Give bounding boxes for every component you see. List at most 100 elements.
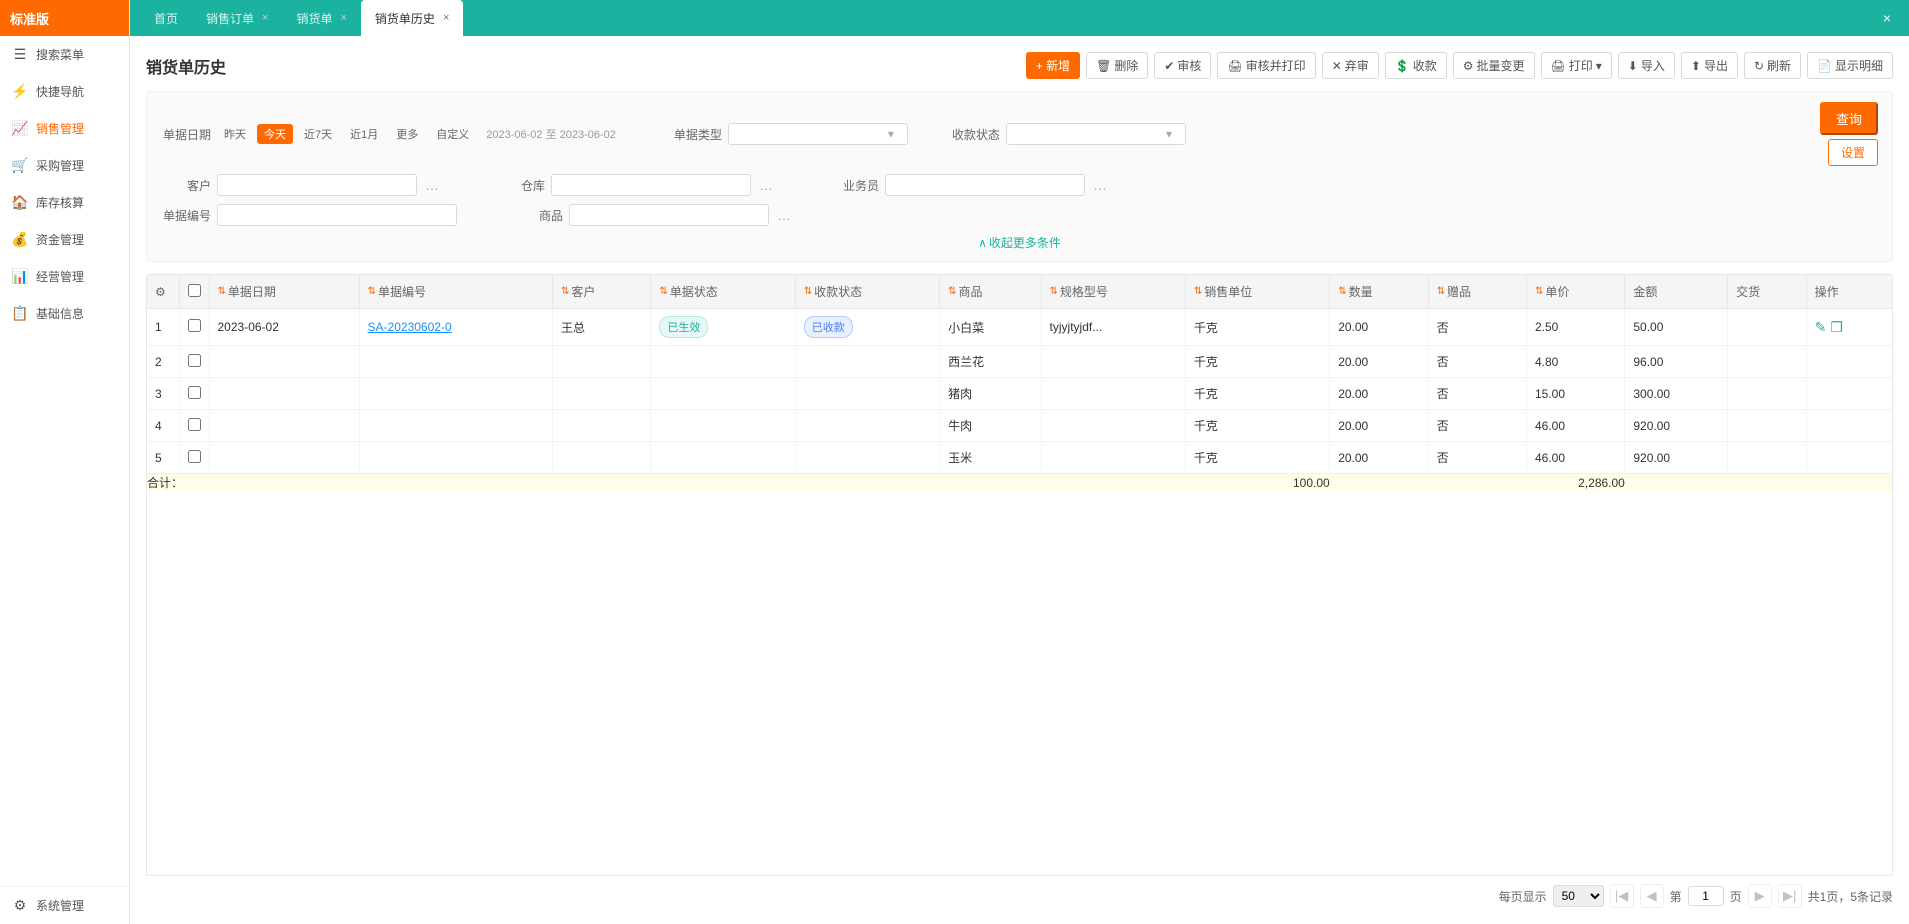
- col-collect-status[interactable]: ⇅收款状态: [795, 275, 939, 309]
- audit-print-button[interactable]: 🖨 审核并打印: [1217, 52, 1315, 79]
- per-page-select[interactable]: 50 100 200: [1553, 885, 1604, 907]
- row-spec: [1041, 410, 1185, 442]
- row-actions[interactable]: ✎❐: [1806, 309, 1892, 346]
- query-button[interactable]: 查询: [1820, 102, 1878, 135]
- row-checkbox-cell[interactable]: [179, 442, 209, 474]
- print-button[interactable]: 🖨 打印 ▾: [1541, 52, 1612, 79]
- sidebar-item-inventory[interactable]: 🏠 库存核算: [0, 184, 129, 221]
- copy-button[interactable]: ❐: [1830, 319, 1843, 336]
- col-sales-unit[interactable]: ⇅销售单位: [1185, 275, 1329, 309]
- row-doc-no[interactable]: SA-20230602-0: [359, 309, 552, 346]
- row-doc-no: [359, 410, 552, 442]
- col-doc-date[interactable]: ⇅单据日期: [209, 275, 359, 309]
- refresh-button[interactable]: ↻ 刷新: [1744, 52, 1801, 79]
- customer-input[interactable]: [217, 174, 417, 196]
- sidebar-item-search-menu[interactable]: ☰ 搜索菜单: [0, 36, 129, 73]
- col-qty[interactable]: ⇅数量: [1330, 275, 1428, 309]
- warehouse-input[interactable]: [551, 174, 751, 196]
- sidebar-item-sales-mgmt[interactable]: 📈 销售管理: [0, 110, 129, 147]
- prev-page-button[interactable]: ◀: [1640, 884, 1664, 908]
- tab-sales-goods-close[interactable]: ×: [340, 12, 346, 24]
- sidebar-item-quick-nav[interactable]: ⚡ 快捷导航: [0, 73, 129, 110]
- col-doc-no[interactable]: ⇅单据编号: [359, 275, 552, 309]
- col-gift[interactable]: ⇅赠品: [1428, 275, 1526, 309]
- tab-sales-order-close[interactable]: ×: [262, 12, 268, 24]
- sidebar-item-finance[interactable]: 💰 资金管理: [0, 221, 129, 258]
- next-page-button[interactable]: ▶: [1748, 884, 1772, 908]
- date-btn-1month[interactable]: 近1月: [343, 124, 385, 144]
- collapse-button[interactable]: ∧ 收起更多条件: [978, 234, 1061, 251]
- filter-customer: 客户 …: [161, 174, 439, 196]
- show-detail-button[interactable]: 📄 显示明细: [1807, 52, 1893, 79]
- salesman-input[interactable]: [885, 174, 1085, 196]
- doc-type-select[interactable]: [728, 123, 908, 145]
- goods-input[interactable]: [569, 204, 769, 226]
- first-page-button[interactable]: |◀: [1610, 884, 1634, 908]
- last-page-button[interactable]: ▶|: [1778, 884, 1802, 908]
- row-checkbox-cell[interactable]: [179, 410, 209, 442]
- sidebar-item-basic-info[interactable]: 📋 基础信息: [0, 295, 129, 332]
- date-btn-yesterday[interactable]: 昨天: [217, 124, 253, 144]
- warehouse-dots-icon[interactable]: …: [759, 177, 773, 193]
- row-amount: 96.00: [1625, 346, 1728, 378]
- refresh-icon: ↻: [1754, 59, 1764, 73]
- collect-status-select[interactable]: [1006, 123, 1186, 145]
- doc-no-input[interactable]: [217, 204, 457, 226]
- sort-icon: ⇅: [1338, 286, 1346, 297]
- collect-button[interactable]: 💲 收款: [1385, 52, 1447, 79]
- row-transaction: [1728, 309, 1807, 346]
- settings-button[interactable]: 设置: [1828, 139, 1878, 166]
- tab-sales-goods[interactable]: 销货单 ×: [282, 0, 360, 36]
- row-checkbox[interactable]: [188, 450, 201, 463]
- customer-dots-icon[interactable]: …: [425, 177, 439, 193]
- export-button[interactable]: ⬆ 导出: [1681, 52, 1738, 79]
- row-checkbox[interactable]: [188, 319, 201, 332]
- select-all-checkbox[interactable]: [188, 284, 201, 297]
- row-unit-price: 15.00: [1526, 378, 1624, 410]
- date-btn-custom[interactable]: 自定义: [429, 124, 476, 144]
- audit-button[interactable]: ✔ 审核: [1154, 52, 1211, 79]
- page-input[interactable]: [1688, 886, 1724, 906]
- row-actions: [1806, 346, 1892, 378]
- row-collect-status: [795, 442, 939, 474]
- sidebar-item-label: 采购管理: [36, 157, 84, 174]
- date-btn-more[interactable]: 更多: [389, 124, 425, 144]
- row-checkbox[interactable]: [188, 418, 201, 431]
- row-checkbox[interactable]: [188, 386, 201, 399]
- batch-change-button[interactable]: ⚙ 批量变更: [1453, 52, 1535, 79]
- abandon-button[interactable]: ✕ 弃审: [1322, 52, 1379, 79]
- col-spec[interactable]: ⇅规格型号: [1041, 275, 1185, 309]
- date-shortcut-group: 昨天 今天 近7天 近1月 更多 自定义: [217, 124, 476, 144]
- col-goods[interactable]: ⇅商品: [940, 275, 1041, 309]
- tab-sales-order[interactable]: 销售订单 ×: [192, 0, 282, 36]
- inventory-icon: 🏠: [12, 195, 28, 211]
- goods-dots-icon[interactable]: …: [777, 207, 791, 223]
- delete-button[interactable]: 🗑 删除: [1086, 52, 1148, 79]
- date-btn-7days[interactable]: 近7天: [297, 124, 339, 144]
- row-checkbox-cell[interactable]: [179, 309, 209, 346]
- row-checkbox-cell[interactable]: [179, 378, 209, 410]
- row-checkbox-cell[interactable]: [179, 346, 209, 378]
- salesman-dots-icon[interactable]: …: [1093, 177, 1107, 193]
- doc-no-link[interactable]: SA-20230602-0: [368, 320, 452, 334]
- row-doc-date: [209, 442, 359, 474]
- tab-sales-history-close[interactable]: ×: [443, 12, 449, 24]
- col-customer[interactable]: ⇅客户: [553, 275, 651, 309]
- sidebar-item-sys-mgmt[interactable]: ⚙ 系统管理: [0, 887, 129, 924]
- tab-home[interactable]: 首页: [140, 0, 192, 36]
- row-no: 4: [147, 410, 179, 442]
- col-settings[interactable]: ⚙: [147, 275, 179, 309]
- topbar-close-button[interactable]: ×: [1875, 10, 1899, 26]
- date-btn-today[interactable]: 今天: [257, 124, 293, 144]
- sort-icon: ⇅: [1194, 286, 1202, 297]
- col-doc-status[interactable]: ⇅单据状态: [651, 275, 795, 309]
- tab-sales-history[interactable]: 销货单历史 ×: [361, 0, 463, 36]
- sidebar-item-operations[interactable]: 📊 经营管理: [0, 258, 129, 295]
- edit-button[interactable]: ✎: [1815, 319, 1827, 336]
- import-button[interactable]: ⬇ 导入: [1618, 52, 1675, 79]
- sidebar-item-purchase-mgmt[interactable]: 🛒 采购管理: [0, 147, 129, 184]
- collect-status-badge: 已收款: [804, 316, 853, 338]
- new-button[interactable]: + 新增: [1026, 52, 1080, 79]
- row-checkbox[interactable]: [188, 354, 201, 367]
- col-unit-price[interactable]: ⇅单价: [1526, 275, 1624, 309]
